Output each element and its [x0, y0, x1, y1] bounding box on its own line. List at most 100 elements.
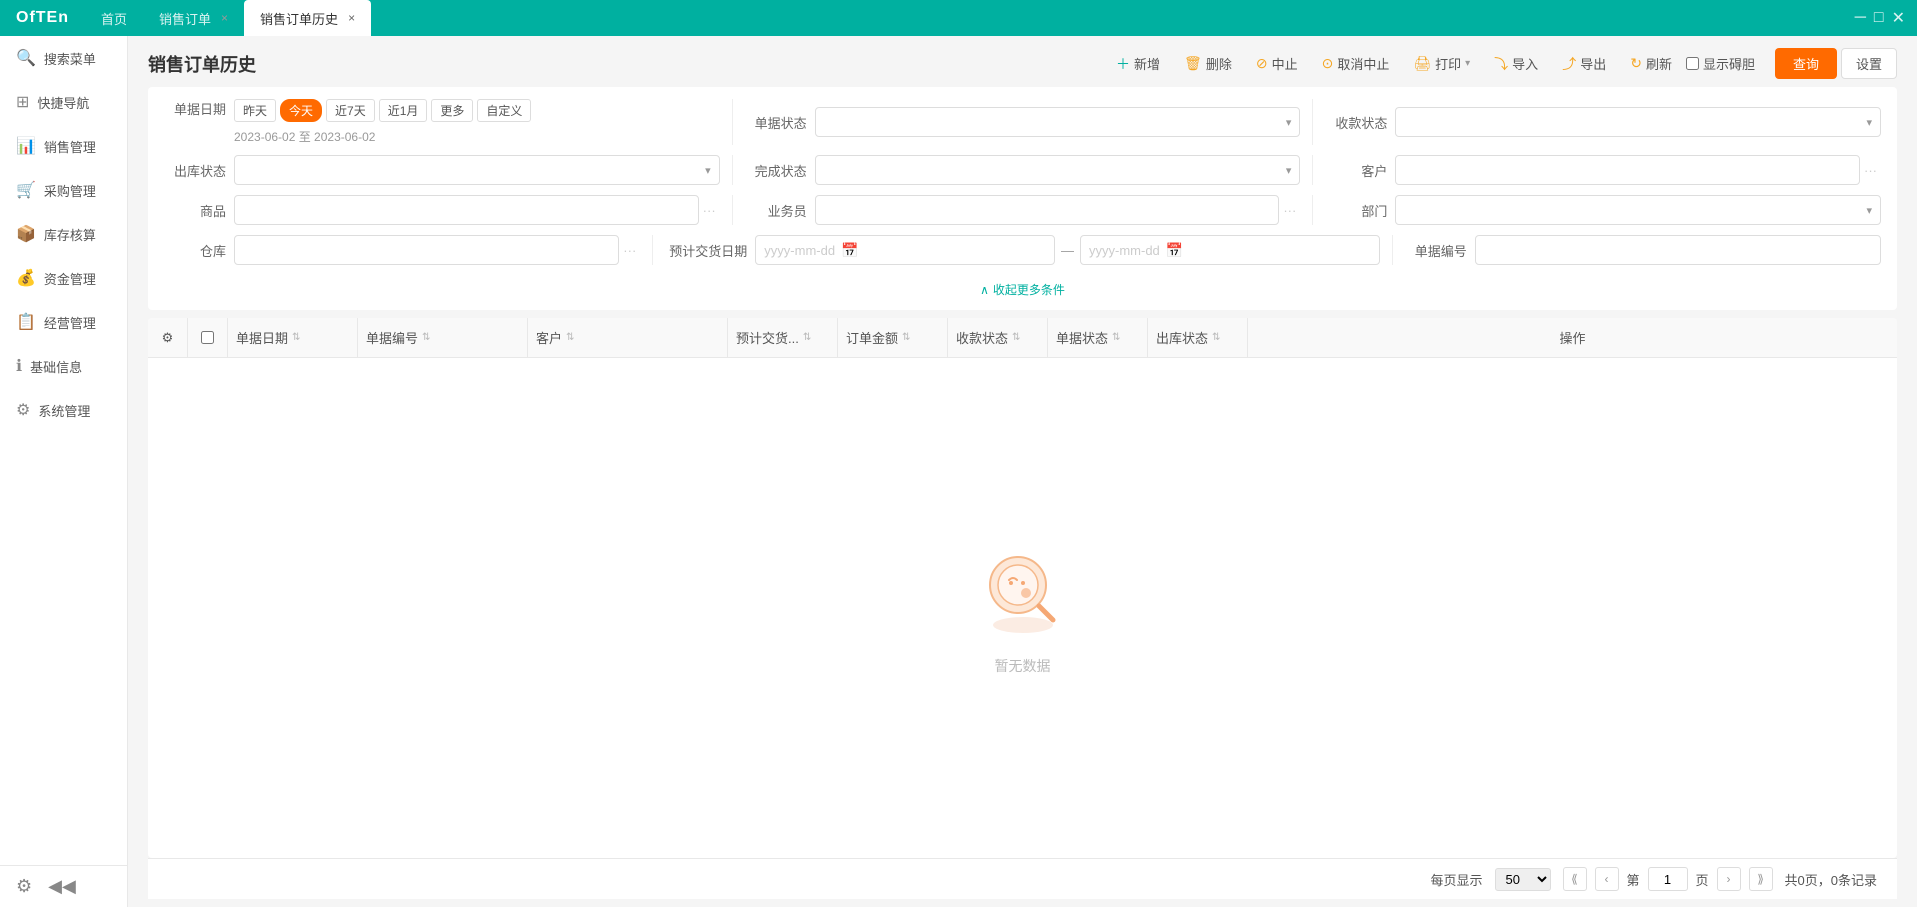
custom-btn[interactable]: 自定义 — [477, 99, 531, 122]
th-number[interactable]: 单据编号 ⇅ — [358, 318, 528, 357]
order-status-select[interactable]: ▾ — [815, 107, 1301, 137]
next-page-btn[interactable]: › — [1717, 867, 1741, 891]
sidebar-item-basic[interactable]: ℹ 基础信息 — [0, 344, 127, 388]
sidebar-item-inventory[interactable]: 📦 库存核算 — [0, 212, 127, 256]
first-page-btn[interactable]: ⟪ — [1563, 867, 1587, 891]
delivery-date-start[interactable]: yyyy-mm-dd 📅 — [755, 235, 1055, 265]
th-out-status[interactable]: 出库状态 ⇅ — [1148, 318, 1248, 357]
close-icon[interactable]: ✕ — [1892, 8, 1905, 28]
th-date[interactable]: 单据日期 ⇅ — [228, 318, 358, 357]
delete-button[interactable]: 🗑 删除 — [1174, 49, 1242, 78]
tab-close-sales-order[interactable]: × — [221, 11, 228, 25]
7days-btn[interactable]: 近7天 — [326, 99, 375, 122]
empty-text: 暂无数据 — [995, 656, 1051, 676]
refresh-button[interactable]: ↻ 刷新 — [1620, 49, 1682, 78]
more-btn[interactable]: 更多 — [431, 99, 473, 122]
maximize-icon[interactable]: □ — [1874, 9, 1884, 27]
department-label: 部门 — [1325, 201, 1395, 220]
customer-input[interactable] — [1395, 155, 1860, 185]
sidebar-settings-icon[interactable]: ⚙ — [16, 876, 32, 897]
total-text: 共0页，0条记录 — [1785, 870, 1877, 889]
sort-delivery-icon: ⇅ — [803, 332, 811, 343]
filter-row-2: 出库状态 ▾ 完成状态 ▾ 客户 — [164, 155, 1881, 185]
info-icon: ℹ — [16, 356, 22, 376]
product-more-icon[interactable]: ··· — [699, 203, 720, 218]
customer-label: 客户 — [1325, 161, 1395, 180]
th-settings[interactable]: ⚙ — [148, 318, 188, 357]
out-status-select[interactable]: ▾ — [234, 155, 720, 185]
display-columns-input[interactable] — [1686, 57, 1699, 70]
sidebar-item-sales[interactable]: 📊 销售管理 — [0, 124, 127, 168]
cancel-stop-button[interactable]: ⊙ 取消中止 — [1312, 49, 1400, 78]
salesperson-more-icon[interactable]: ··· — [1279, 203, 1300, 218]
th-checkbox[interactable] — [188, 318, 228, 357]
th-pay-status[interactable]: 收款状态 ⇅ — [948, 318, 1048, 357]
sort-amount-icon: ⇅ — [902, 332, 910, 343]
th-customer[interactable]: 客户 ⇅ — [528, 318, 728, 357]
order-number-input[interactable] — [1475, 235, 1881, 265]
page-label: 第 — [1627, 870, 1640, 889]
import-icon: ⤵ — [1494, 54, 1508, 74]
cancel-stop-icon: ⊙ — [1322, 55, 1334, 72]
prev-page-btn[interactable]: ‹ — [1595, 867, 1619, 891]
payment-status-label: 收款状态 — [1325, 113, 1395, 132]
sidebar-item-operations[interactable]: 📋 经营管理 — [0, 300, 127, 344]
delivery-date-end[interactable]: yyyy-mm-dd 📅 — [1080, 235, 1380, 265]
import-button[interactable]: ⤵ 导入 — [1484, 49, 1548, 79]
department-chevron-icon: ▾ — [1866, 204, 1872, 217]
table-settings-icon[interactable]: ⚙ — [162, 330, 174, 346]
delivery-end-placeholder: yyyy-mm-dd — [1089, 243, 1160, 258]
settings-button[interactable]: 设置 — [1841, 48, 1897, 79]
sidebar-collapse-icon[interactable]: ◀◀ — [48, 876, 76, 897]
th-order-status[interactable]: 单据状态 ⇅ — [1048, 318, 1148, 357]
complete-status-label: 完成状态 — [745, 161, 815, 180]
sidebar-item-purchase[interactable]: 🛒 采购管理 — [0, 168, 127, 212]
product-input[interactable] — [234, 195, 699, 225]
search-icon: 🔍 — [16, 48, 36, 68]
print-button[interactable]: 🖨 打印 ▾ — [1403, 49, 1480, 78]
export-button[interactable]: ⤴ 导出 — [1552, 49, 1616, 79]
payment-status-select[interactable]: ▾ — [1395, 107, 1881, 137]
th-amount[interactable]: 订单金额 ⇅ — [838, 318, 948, 357]
tab-sales-order[interactable]: 销售订单 × — [143, 0, 244, 36]
customer-more-icon[interactable]: ··· — [1860, 163, 1881, 178]
coin-icon: 💰 — [16, 268, 36, 288]
delivery-date-label: 预计交货日期 — [665, 241, 755, 260]
plus-icon: ＋ — [1116, 54, 1130, 74]
empty-state: 暂无数据 — [933, 500, 1113, 716]
warehouse-input[interactable] — [234, 235, 619, 265]
new-button[interactable]: ＋ 新增 — [1106, 49, 1170, 79]
tab-close-history[interactable]: × — [348, 11, 355, 25]
date-dash: — — [1061, 243, 1074, 258]
sidebar-item-system[interactable]: ⚙ 系统管理 — [0, 388, 127, 432]
out-status-chevron-icon: ▾ — [705, 164, 711, 177]
complete-status-select[interactable]: ▾ — [815, 155, 1301, 185]
query-button[interactable]: 查询 — [1775, 48, 1837, 79]
sort-pay-status-icon: ⇅ — [1012, 332, 1020, 343]
sidebar-item-search[interactable]: 🔍 搜索菜单 — [0, 36, 127, 80]
tab-home[interactable]: 首页 — [85, 0, 143, 36]
print-arrow-icon: ▾ — [1465, 58, 1470, 69]
sidebar-item-quicknav[interactable]: ⊞ 快捷导航 — [0, 80, 127, 124]
1month-btn[interactable]: 近1月 — [379, 99, 428, 122]
salesperson-input[interactable] — [815, 195, 1280, 225]
yesterday-btn[interactable]: 昨天 — [234, 99, 276, 122]
page-size-select[interactable]: 50 10 20 100 — [1495, 868, 1551, 891]
collapse-bar[interactable]: ∧ 收起更多条件 — [164, 275, 1881, 298]
th-action: 操作 — [1248, 318, 1897, 357]
warehouse-more-icon[interactable]: ··· — [619, 243, 640, 258]
minimize-icon[interactable]: ─ — [1855, 9, 1866, 27]
date-range-text: 2023-06-02 至 2023-06-02 — [234, 128, 720, 145]
display-columns-checkbox[interactable]: 显示碍胆 — [1686, 54, 1755, 73]
tab-sales-order-history[interactable]: 销售订单历史 × — [244, 0, 371, 36]
stop-button[interactable]: ⊘ 中止 — [1246, 49, 1308, 78]
select-all-checkbox[interactable] — [201, 331, 214, 344]
sidebar-item-finance[interactable]: 💰 资金管理 — [0, 256, 127, 300]
department-select[interactable]: ▾ — [1395, 195, 1881, 225]
page-input[interactable] — [1648, 867, 1688, 891]
table-body: 暂无数据 — [148, 358, 1897, 858]
th-delivery[interactable]: 预计交货... ⇅ — [728, 318, 838, 357]
today-btn[interactable]: 今天 — [280, 99, 322, 122]
complete-status-chevron-icon: ▾ — [1286, 164, 1292, 177]
last-page-btn[interactable]: ⟫ — [1749, 867, 1773, 891]
